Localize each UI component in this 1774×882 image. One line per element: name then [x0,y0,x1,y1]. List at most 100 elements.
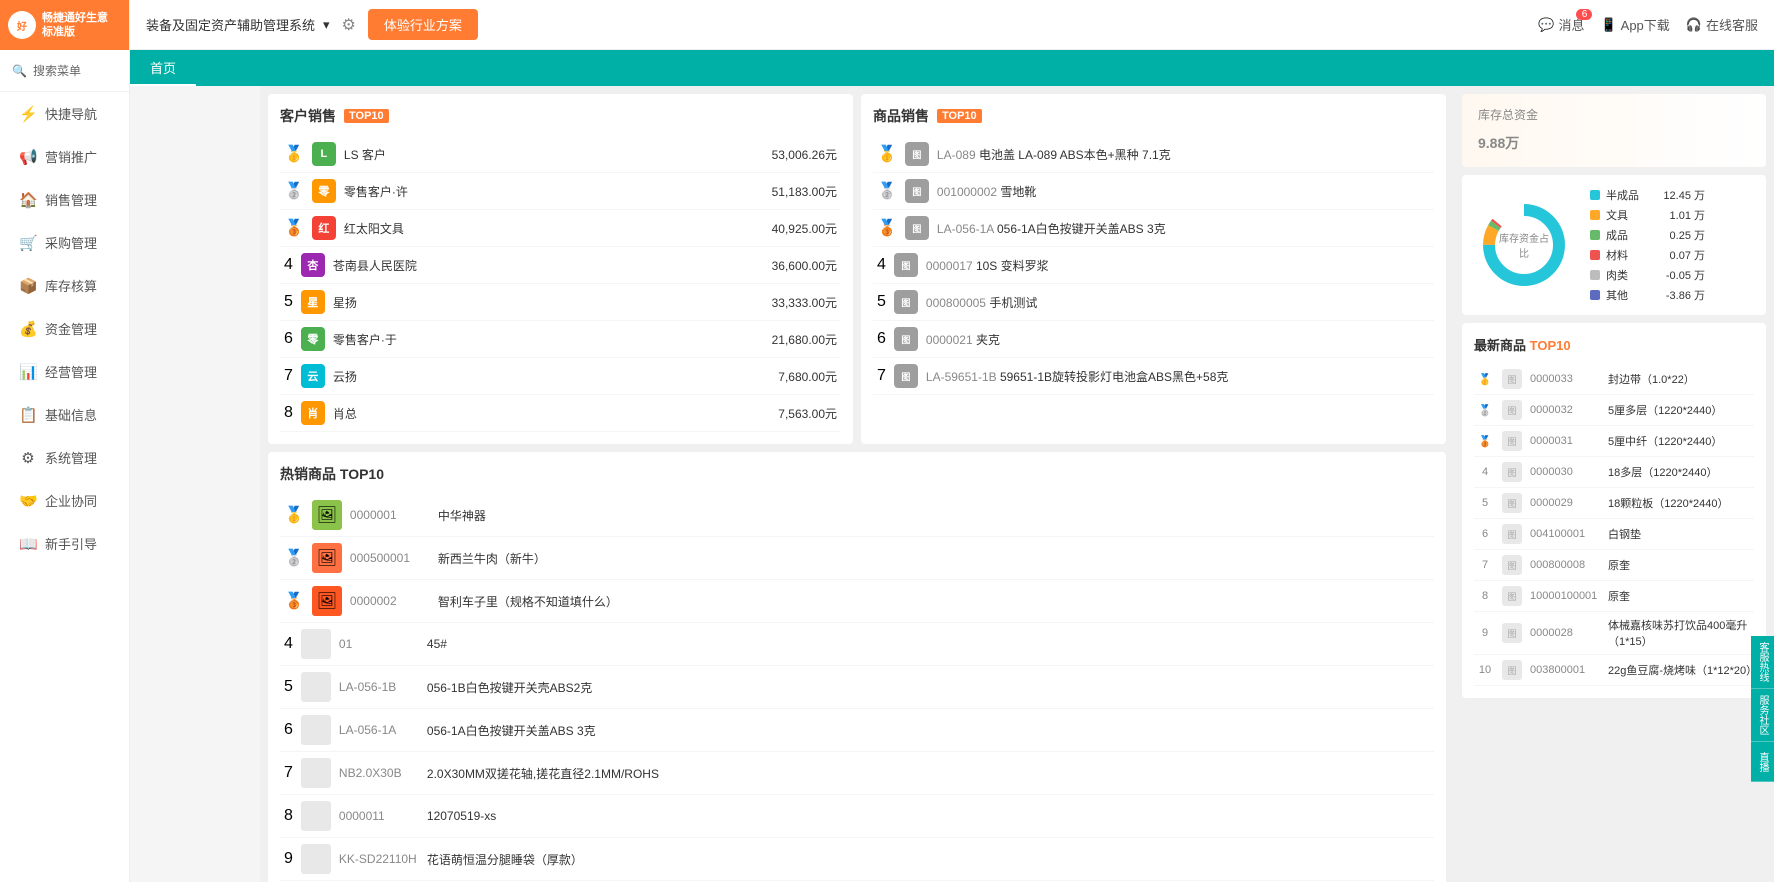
latest-product-name: 5厘多层（1220*2440） [1608,402,1752,418]
sidebar-item-purchase[interactable]: 🛒 采购管理 [0,221,129,264]
content: 客户销售 TOP10 🥇 L LS 客户 53,006.26元 🥈 零 零售客户… [130,86,1774,882]
latest-product-icon: 图 [1502,493,1522,513]
product-rank-item: 5 图 000800005 手机测试 [873,284,1434,321]
customer-rank-item: 5 星 星扬 33,333.00元 [280,284,841,321]
rank-medal-icon: 4 [284,635,293,653]
product-code: KK-SD22110H [339,852,419,866]
latest-product-name: 原奎 [1608,588,1752,604]
product-avatar: 图 [894,290,918,314]
latest-rank: 9 [1476,627,1494,639]
sidebar-item-finance[interactable]: 💰 资金管理 [0,307,129,350]
service-community-button[interactable]: 服务社区 [1751,689,1774,742]
customer-hotline-button[interactable]: 客服热线 [1751,636,1774,689]
customer-name: 红太阳文具 [344,220,764,237]
sidebar-item-quicknav[interactable]: ⚡ 快捷导航 [0,92,129,135]
product-thumbnail: 🖼 [312,543,342,573]
product-name: 智利车子里（规格不知道填什么） [438,593,1430,610]
rank-medal-icon: 6 [877,330,886,348]
customer-rank-list: 🥇 L LS 客户 53,006.26元 🥈 零 零售客户·许 51,183.0… [280,136,841,432]
sidebar-item-sales[interactable]: 🏠 销售管理 [0,178,129,221]
message-button[interactable]: 💬 消息 6 [1538,15,1584,34]
trial-button[interactable]: 体验行业方案 [368,9,478,40]
latest-product-item: 10 图 003800001 22g鱼豆腐-烧烤味（1*12*20） [1474,655,1754,686]
hot-products-title: 热销商品 TOP10 [280,464,1434,484]
message-badge: 6 [1576,9,1592,20]
latest-product-item: 5 图 0000029 18颗粒板（1220*2440） [1474,488,1754,519]
legend-value: -0.05 万 [1645,267,1705,283]
latest-product-icon: 图 [1502,660,1522,680]
dropdown-arrow-icon[interactable]: ▾ [323,17,330,33]
hot-product-item: 7 NB2.0X30B 2.0X30MM双搓花轴,搓花直径2.1MM/ROHS [280,752,1434,795]
product-code: 0000002 [350,594,430,608]
latest-rank: 8 [1476,590,1494,602]
float-service: 客服热线 服务社区 直播 [1751,636,1774,782]
product-info: LA-089 电池盖 LA-089 ABS本色+黑种 7.1克 [937,146,1430,163]
legend-name: 半成品 [1606,187,1639,203]
rank-medal-icon: 🥇 [284,144,304,164]
product-name: 056-1A白色按键开关盖ABS 3克 [427,722,1430,739]
latest-rank: 10 [1476,664,1494,676]
latest-product-name: 18多层（1220*2440） [1608,464,1752,480]
customer-value: 21,680.00元 [772,331,837,348]
inventory-icon: 📦 [19,277,37,295]
product-thumbnail-placeholder [301,844,331,874]
customer-rank-item: 4 杏 苍南县人民医院 36,600.00元 [280,247,841,284]
sidebar-item-operation[interactable]: 📊 经营管理 [0,350,129,393]
customer-name: 零售客户·许 [344,183,764,200]
product-rank-list: 🥇 图 LA-089 电池盖 LA-089 ABS本色+黑种 7.1克 🥈 图 … [873,136,1434,395]
operation-icon: 📊 [19,363,37,381]
customer-rank-item: 🥉 红 红太阳文具 40,925.00元 [280,210,841,247]
latest-product-code: 0000033 [1530,373,1600,385]
rank-medal-icon: 🥉 [284,218,304,238]
search-menu-button[interactable]: 🔍 搜索菜单 [8,58,121,83]
product-rank-item: 4 图 0000017 10S 变料罗浆 [873,247,1434,284]
hot-product-item: 6 LA-056-1A 056-1A白色按键开关盖ABS 3克 [280,709,1434,752]
product-rank-panel: 商品销售 TOP10 🥇 图 LA-089 电池盖 LA-089 ABS本色+黑… [861,94,1446,444]
rank-medal-icon: 🥈 [284,181,304,201]
product-info: 001000002 雪地靴 [937,183,1430,200]
inventory-value: 9.88万 [1478,127,1750,155]
product-info: LA-59651-1B 59651-1B旋转投影灯电池盒ABS黑色+58克 [926,368,1430,385]
latest-product-item: 9 图 0000028 体械嘉核味苏打饮品400毫升（1*15） [1474,612,1754,655]
live-button[interactable]: 直播 [1751,742,1774,782]
inventory-label: 库存总资金 [1478,106,1750,123]
sidebar-item-basic[interactable]: 📋 基础信息 [0,393,129,436]
product-rank-item: 🥇 图 LA-089 电池盖 LA-089 ABS本色+黑种 7.1克 [873,136,1434,173]
app-download-button[interactable]: 📱 App下载 [1600,15,1669,34]
latest-rank: 6 [1476,528,1494,540]
product-name: 花语萌恒温分腿睡袋（厚款） [427,851,1430,868]
latest-products-title: 最新商品 TOP10 [1474,335,1754,354]
system-icon: ⚙ [19,449,37,467]
legend-value: 1.01 万 [1645,207,1705,223]
sidebar-item-system[interactable]: ⚙ 系统管理 [0,436,129,479]
legend-item: 肉类 -0.05 万 [1590,267,1705,283]
sidebar-item-guide[interactable]: 📖 新手引导 [0,522,129,565]
online-service-button[interactable]: 🎧 在线客服 [1686,15,1758,34]
product-rank-title: 商品销售 TOP10 [873,106,1434,126]
rank-medal-icon: 5 [284,678,293,696]
hot-product-item: 5 LA-056-1B 056-1B白色按键开关壳ABS2克 [280,666,1434,709]
right-panel: 库存总资金 9.88万 [1454,86,1774,882]
sidebar-item-inventory[interactable]: 📦 库存核算 [0,264,129,307]
legend-color [1590,230,1600,240]
sidebar-item-marketing[interactable]: 📢 营销推广 [0,135,129,178]
legend-item: 半成品 12.45 万 [1590,187,1705,203]
legend-color [1590,210,1600,220]
customer-value: 53,006.26元 [772,146,837,163]
product-name: 12070519-xs [427,809,1430,823]
settings-icon[interactable]: ⚙ [342,15,356,35]
latest-product-name: 18颗粒板（1220*2440） [1608,495,1752,511]
customer-avatar: L [312,142,336,166]
latest-product-code: 0000029 [1530,497,1600,509]
customer-name: 肖总 [333,405,770,422]
product-name: 056-1B白色按键开关壳ABS2克 [427,679,1430,696]
latest-product-icon: 图 [1502,431,1522,451]
legend-color [1590,190,1600,200]
middle-content: 客户销售 TOP10 🥇 L LS 客户 53,006.26元 🥈 零 零售客户… [260,86,1454,882]
sidebar-item-collab[interactable]: 🤝 企业协同 [0,479,129,522]
legend-name: 文具 [1606,207,1628,223]
tab-home[interactable]: 首页 [130,50,196,86]
latest-product-icon: 图 [1502,586,1522,606]
rank-medal-icon: 7 [877,367,886,385]
latest-product-name: 白钢垫 [1608,526,1752,542]
